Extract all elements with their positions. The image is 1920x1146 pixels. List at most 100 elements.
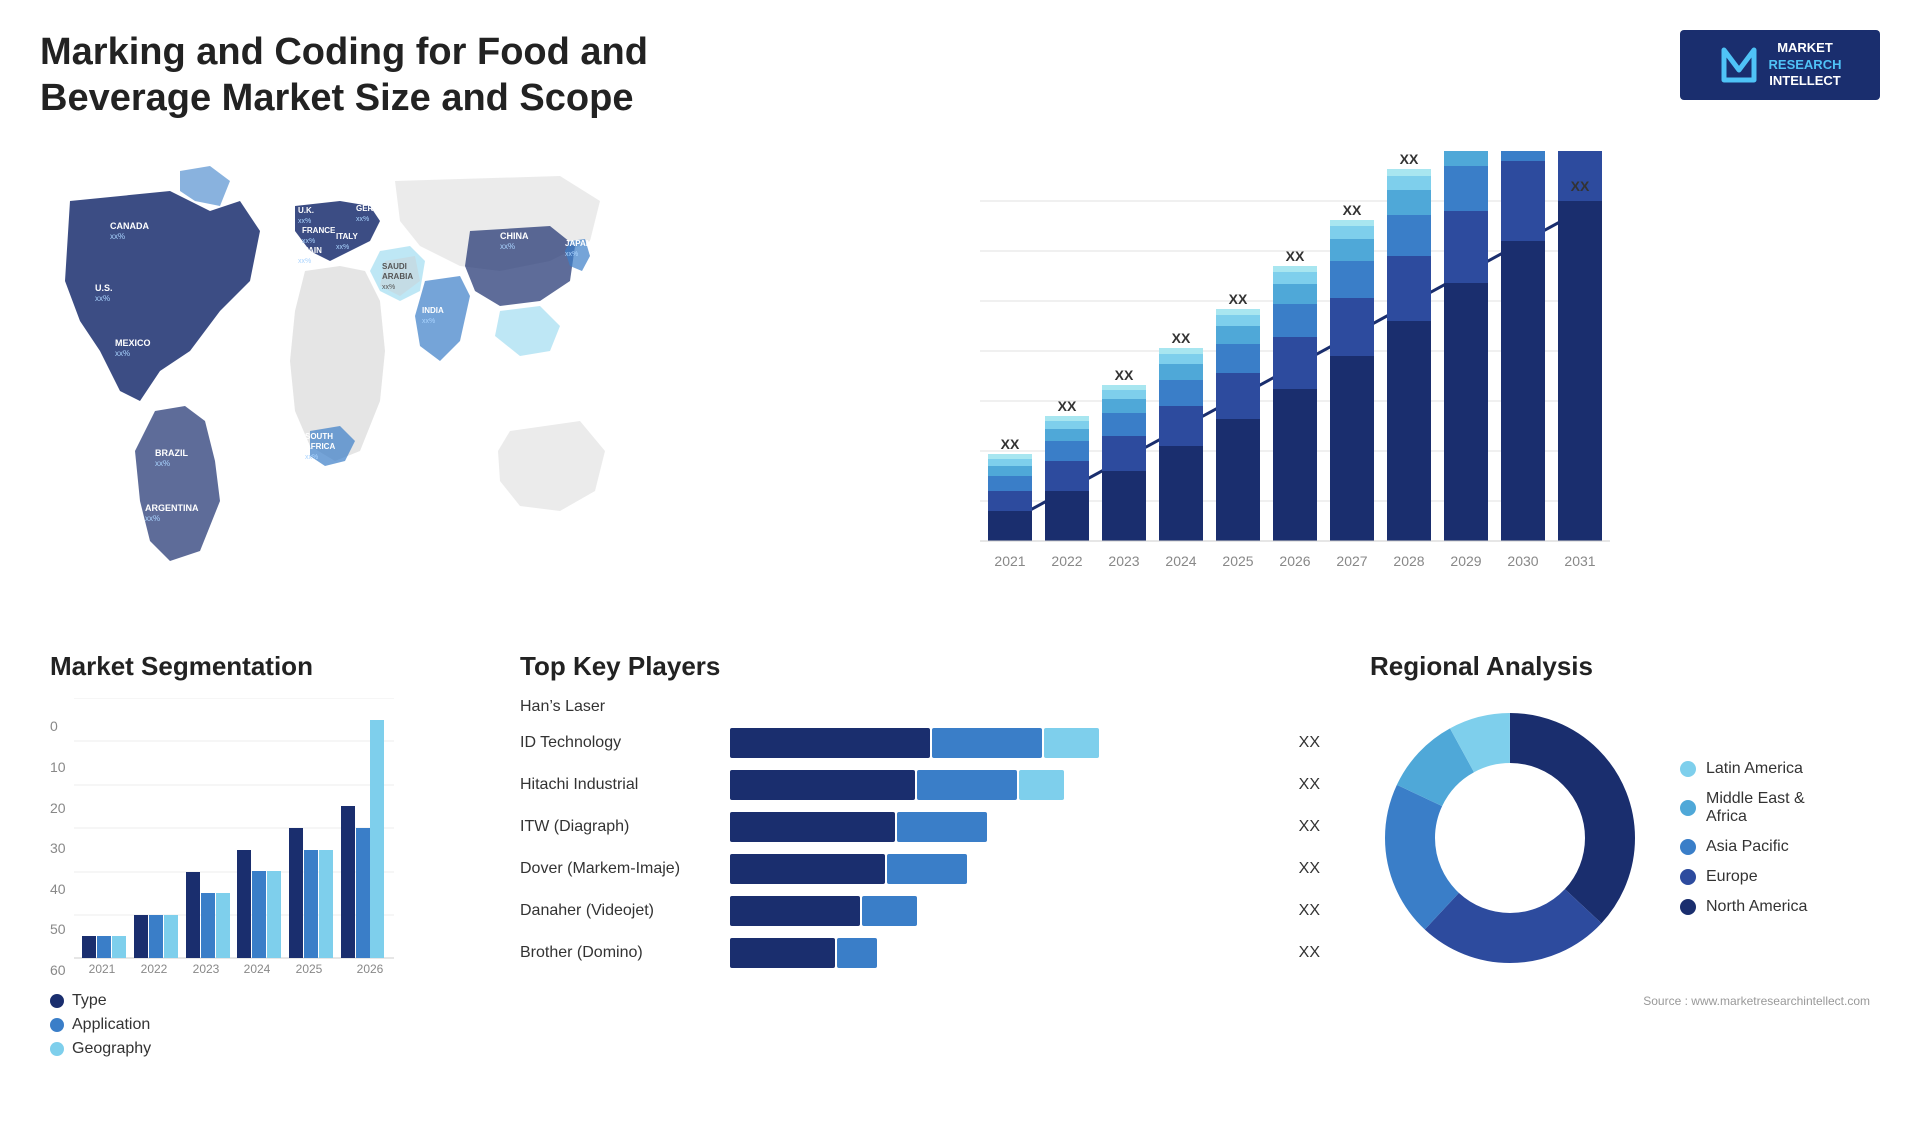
header: Marking and Coding for Food and Beverage… (40, 30, 1880, 121)
legend-dot-application (50, 1018, 64, 1032)
regional-item-latin: Latin America (1680, 760, 1807, 778)
player-bar-itw-2 (897, 812, 987, 842)
svg-text:XX: XX (1343, 202, 1362, 218)
svg-text:XX: XX (1058, 398, 1077, 414)
player-value-dover: XX (1299, 860, 1320, 878)
regional-item-asia: Asia Pacific (1680, 838, 1807, 856)
svg-text:INDIA: INDIA (422, 306, 444, 315)
regional-dot-mea (1680, 800, 1696, 816)
svg-text:xx%: xx% (382, 284, 395, 291)
player-bars-hitachi (730, 770, 1283, 800)
player-value-id: XX (1299, 734, 1320, 752)
logo-box: MARKET RESEARCH INTELLECT (1680, 30, 1880, 100)
player-bars-id (730, 728, 1283, 758)
legend-item-type: Type (50, 992, 470, 1010)
svg-text:xx%: xx% (422, 318, 435, 325)
svg-text:FRANCE: FRANCE (302, 226, 336, 235)
chart-section: XX XX XX (660, 141, 1880, 611)
svg-text:SOUTH: SOUTH (305, 432, 333, 441)
player-bars-dover (730, 854, 1283, 884)
player-bar-id-2 (932, 728, 1042, 758)
player-value-brother: XX (1299, 944, 1320, 962)
players-section: Top Key Players Han’s Laser ID Technolog… (510, 641, 1330, 1068)
svg-text:2029: 2029 (1450, 553, 1481, 569)
svg-text:2026: 2026 (1279, 553, 1310, 569)
player-bar-dover-1 (730, 854, 885, 884)
svg-text:BRAZIL: BRAZIL (155, 448, 188, 458)
svg-text:XX: XX (1172, 330, 1191, 346)
regional-item-mea: Middle East &Africa (1680, 790, 1807, 826)
segmentation-title: Market Segmentation (50, 651, 470, 682)
player-row-itw: ITW (Diagraph) XX (520, 812, 1320, 842)
svg-text:ITALY: ITALY (336, 232, 358, 241)
player-value-danaher: XX (1299, 902, 1320, 920)
svg-text:xx%: xx% (298, 218, 311, 225)
svg-text:xx%: xx% (336, 244, 349, 251)
svg-text:ARABIA: ARABIA (382, 272, 413, 281)
player-bar-hitachi-3 (1019, 770, 1064, 800)
svg-text:XX: XX (1571, 178, 1590, 194)
svg-text:2023: 2023 (192, 962, 219, 976)
legend-label-geography: Geography (72, 1040, 151, 1058)
seg-y-axis: 60 50 40 30 20 10 0 (50, 718, 66, 978)
player-bars-itw (730, 812, 1283, 842)
legend-label-type: Type (72, 992, 107, 1010)
svg-text:2021: 2021 (88, 962, 115, 976)
svg-text:2021: 2021 (994, 553, 1025, 569)
svg-text:2031: 2031 (1564, 553, 1595, 569)
svg-text:xx%: xx% (110, 232, 125, 241)
svg-text:2030: 2030 (1507, 553, 1538, 569)
svg-text:2025: 2025 (1222, 553, 1253, 569)
svg-text:xx%: xx% (95, 294, 110, 303)
svg-text:xx%: xx% (115, 349, 130, 358)
seg-legend: Type Application Geography (50, 992, 470, 1058)
map-section: CANADA xx% U.S. xx% MEXICO xx% BRAZIL xx… (40, 141, 640, 611)
player-name-dover: Dover (Markem-Imaje) (520, 860, 720, 878)
svg-text:XX: XX (1400, 151, 1419, 167)
svg-text:xx%: xx% (155, 459, 170, 468)
page: Marking and Coding for Food and Beverage… (0, 0, 1920, 1146)
player-bar-id-1 (730, 728, 930, 758)
regional-label-latin: Latin America (1706, 760, 1803, 778)
player-bars-danaher (730, 896, 1283, 926)
svg-text:xx%: xx% (298, 258, 311, 265)
donut-chart (1370, 698, 1650, 978)
regional-label-na: North America (1706, 898, 1807, 916)
player-value-itw: XX (1299, 818, 1320, 836)
segmentation-section: Market Segmentation 60 50 40 30 20 10 0 (40, 641, 480, 1068)
svg-text:xx%: xx% (145, 514, 160, 523)
player-name-hitachi: Hitachi Industrial (520, 776, 720, 794)
regional-dot-latin (1680, 761, 1696, 777)
player-bar-id-3 (1044, 728, 1099, 758)
svg-text:2024: 2024 (1165, 553, 1196, 569)
player-name-danaher: Danaher (Videojet) (520, 902, 720, 920)
source-text: Source : www.marketresearchintellect.com (1370, 994, 1870, 1008)
regional-section: Regional Analysis (1360, 641, 1880, 1068)
svg-text:2026: 2026 (356, 962, 383, 976)
player-bar-hitachi-2 (917, 770, 1017, 800)
logo-area: MARKET RESEARCH INTELLECT (1680, 30, 1880, 100)
svg-text:SPAIN: SPAIN (298, 246, 322, 255)
bottom-section: Market Segmentation 60 50 40 30 20 10 0 (40, 641, 1880, 1068)
main-content: CANADA xx% U.S. xx% MEXICO xx% BRAZIL xx… (40, 141, 1880, 1068)
player-bar-hitachi-1 (730, 770, 915, 800)
svg-text:U.K.: U.K. (298, 206, 314, 215)
player-bar-brother-1 (730, 938, 835, 968)
world-map: CANADA xx% U.S. xx% MEXICO xx% BRAZIL xx… (40, 141, 640, 611)
svg-text:2022: 2022 (140, 962, 167, 976)
player-row-hitachi: Hitachi Industrial XX (520, 770, 1320, 800)
regional-title: Regional Analysis (1370, 651, 1870, 682)
svg-text:2023: 2023 (1108, 553, 1139, 569)
player-row-brother: Brother (Domino) XX (520, 938, 1320, 968)
regional-legend: Latin America Middle East &Africa Asia P… (1680, 760, 1807, 916)
player-row-id: ID Technology XX (520, 728, 1320, 758)
svg-text:xx%: xx% (305, 454, 318, 461)
svg-text:2024: 2024 (243, 962, 270, 976)
svg-text:2025: 2025 (295, 962, 322, 976)
player-bar-danaher-2 (862, 896, 917, 926)
regional-label-europe: Europe (1706, 868, 1758, 886)
growth-chart: XX XX XX (680, 151, 1860, 601)
donut-container: Latin America Middle East &Africa Asia P… (1370, 698, 1870, 978)
svg-text:JAPAN: JAPAN (565, 239, 592, 248)
player-bar-itw-1 (730, 812, 895, 842)
